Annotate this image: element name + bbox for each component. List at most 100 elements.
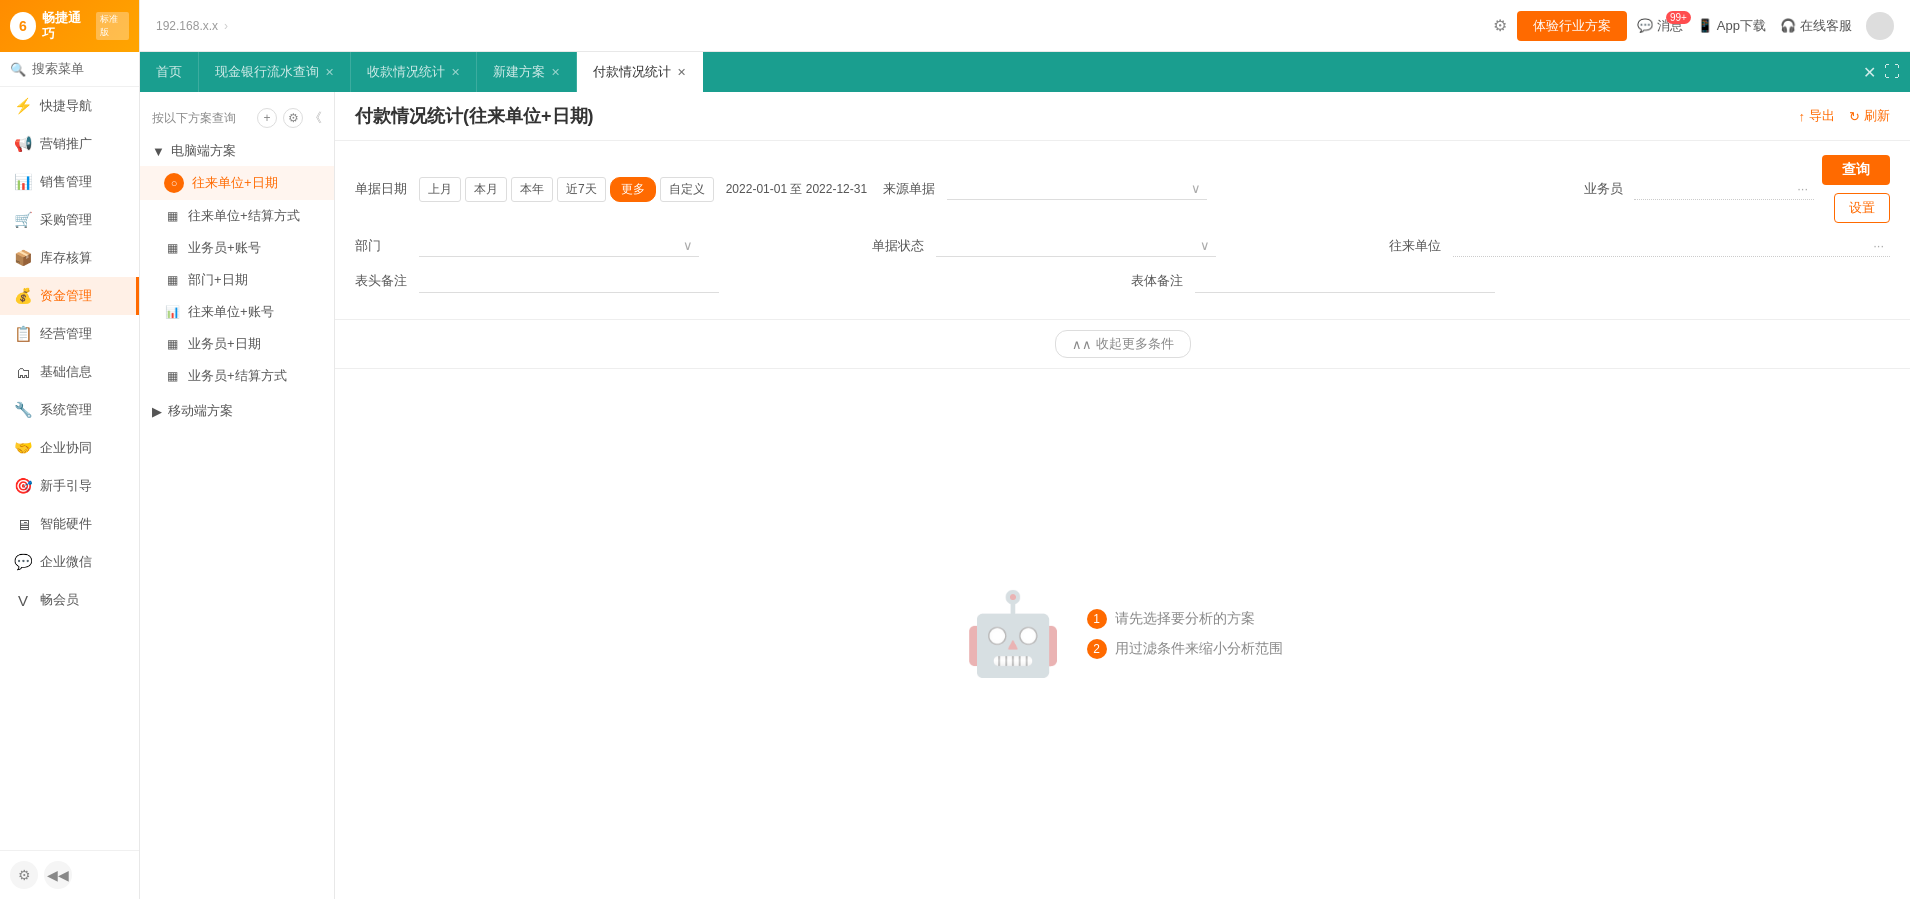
dept-date-icon: ▦ xyxy=(164,272,180,288)
app-download-btn[interactable]: 📱 App下载 xyxy=(1697,17,1766,35)
search-menu[interactable]: 🔍 搜索菜单 xyxy=(0,52,139,87)
tab-expand-icon[interactable]: ⛶ xyxy=(1884,63,1900,81)
dept-filter-select[interactable]: ∨ xyxy=(419,235,699,257)
note-header-input[interactable] xyxy=(419,269,719,293)
sidebar-item-capital[interactable]: 💰 资金管理 xyxy=(0,277,139,315)
schema-item-salesperson-settlement[interactable]: ▦ 业务员+结算方式 xyxy=(140,360,334,392)
schema-item-salesperson-account[interactable]: ▦ 业务员+账号 xyxy=(140,232,334,264)
receipt-stats-tab-close[interactable]: ✕ xyxy=(451,66,460,79)
sidebar-item-member[interactable]: V 畅会员 xyxy=(0,581,139,619)
date-filter-btns: 上月 本月 本年 近7天 更多 自定义 xyxy=(419,177,714,202)
tab-close-all-icon[interactable]: ✕ xyxy=(1863,63,1876,82)
note-body-label: 表体备注 xyxy=(1131,272,1187,290)
tab-new-schema[interactable]: 新建方案 ✕ xyxy=(477,52,577,92)
date-btn-this-month[interactable]: 本月 xyxy=(465,177,507,202)
cash-flow-tab-close[interactable]: ✕ xyxy=(325,66,334,79)
sidebar-item-marketing[interactable]: 📢 营销推广 xyxy=(0,125,139,163)
schema-item-partner-date[interactable]: ○ 往来单位+日期 xyxy=(140,166,334,200)
salesperson-input[interactable]: ··· xyxy=(1634,178,1814,200)
add-schema-btn[interactable]: + xyxy=(257,108,277,128)
breadcrumb-chevron: › xyxy=(224,19,228,33)
settings-schema-btn[interactable]: ⚙ xyxy=(283,108,303,128)
message-btn[interactable]: 💬 消息 99+ xyxy=(1637,17,1683,35)
date-btn-custom[interactable]: 自定义 xyxy=(660,177,714,202)
schema-item-partner-settlement[interactable]: ▦ 往来单位+结算方式 xyxy=(140,200,334,232)
sidebar-item-inventory[interactable]: 📦 库存核算 xyxy=(0,239,139,277)
trial-btn[interactable]: 体验行业方案 xyxy=(1517,11,1627,41)
partner-account-icon: 📊 xyxy=(164,304,180,320)
payment-stats-tab-close[interactable]: ✕ xyxy=(677,66,686,79)
sidebar-item-smart[interactable]: 🖥 智能硬件 xyxy=(0,505,139,543)
sidebar-item-system[interactable]: 🔧 系统管理 xyxy=(0,391,139,429)
counterpart-input[interactable]: ··· xyxy=(1453,235,1890,257)
sidebar-item-quicknav[interactable]: ⚡ 快捷导航 xyxy=(0,87,139,125)
date-range-text: 2022-01-01 至 2022-12-31 xyxy=(726,181,867,198)
date-btn-this-year[interactable]: 本年 xyxy=(511,177,553,202)
note-body-input[interactable] xyxy=(1195,269,1495,293)
message-icon: 💬 xyxy=(1637,18,1653,33)
left-panel-actions: + ⚙ 《 xyxy=(257,108,322,128)
source-filter-cell: 来源单据 ∨ xyxy=(883,178,1568,200)
sidebar-item-wechat[interactable]: 💬 企业微信 xyxy=(0,543,139,581)
empty-hint-2: 2 用过滤条件来缩小分析范围 xyxy=(1087,639,1283,659)
tab-bar: 首页 现金银行流水查询 ✕ 收款情况统计 ✕ 新建方案 ✕ 付款情况统计 ✕ ✕… xyxy=(140,52,1910,92)
salesperson-account-icon: ▦ xyxy=(164,240,180,256)
schema-item-label: 部门+日期 xyxy=(188,271,248,289)
collapse-sidebar-icon[interactable]: ◀◀ xyxy=(44,861,72,889)
member-icon: V xyxy=(14,591,32,609)
sidebar-item-basic[interactable]: 🗂 基础信息 xyxy=(0,353,139,391)
export-btn[interactable]: ↑ 导出 xyxy=(1799,107,1836,125)
source-filter-select[interactable]: ∨ xyxy=(947,178,1207,200)
schema-item-label: 业务员+日期 xyxy=(188,335,261,353)
sidebar-item-label: 资金管理 xyxy=(40,287,92,305)
empty-content: 🤖 1 请先选择要分析的方案 2 用过滤条件来缩小分析范围 xyxy=(963,587,1283,681)
left-panel: 按以下方案查询 + ⚙ 《 ▼ 电脑端方案 ○ 往来单位+日期 ▦ xyxy=(140,92,335,899)
settings-filter-btn[interactable]: 设置 xyxy=(1834,193,1890,223)
home-tab-label: 首页 xyxy=(156,63,182,81)
collapse-panel-btn[interactable]: 《 xyxy=(309,109,322,127)
counterpart-filter-cell: 往来单位 ··· xyxy=(1389,235,1890,257)
mobile-group-label: 移动端方案 xyxy=(168,402,233,420)
schema-item-dept-date[interactable]: ▦ 部门+日期 xyxy=(140,264,334,296)
page-title: 付款情况统计(往来单位+日期) xyxy=(355,104,594,128)
tab-cash-flow[interactable]: 现金银行流水查询 ✕ xyxy=(199,52,351,92)
quicknav-icon: ⚡ xyxy=(14,97,32,115)
desktop-group-label: 电脑端方案 xyxy=(171,142,236,160)
schema-group-mobile-header[interactable]: ▶ 移动端方案 xyxy=(140,396,334,426)
sidebar-item-sales[interactable]: 📊 销售管理 xyxy=(0,163,139,201)
schema-group-desktop-header[interactable]: ▼ 电脑端方案 xyxy=(140,136,334,166)
user-avatar[interactable] xyxy=(1866,12,1894,40)
empty-hint-1: 1 请先选择要分析的方案 xyxy=(1087,609,1283,629)
sidebar-item-operations[interactable]: 📋 经营管理 xyxy=(0,315,139,353)
sidebar-item-purchase[interactable]: 🛒 采购管理 xyxy=(0,201,139,239)
sidebar-item-label: 企业协同 xyxy=(40,439,92,457)
collapse-conditions-btn[interactable]: ∧∧ 收起更多条件 xyxy=(1055,330,1191,358)
left-panel-header-label: 按以下方案查询 xyxy=(152,110,236,127)
partner-date-active-icon: ○ xyxy=(164,173,184,193)
date-btn-more[interactable]: 更多 xyxy=(610,177,656,202)
date-btn-last-month[interactable]: 上月 xyxy=(419,177,461,202)
content-area: 按以下方案查询 + ⚙ 《 ▼ 电脑端方案 ○ 往来单位+日期 ▦ xyxy=(140,92,1910,899)
sidebar-logo: 6 畅捷通巧 标准版 xyxy=(0,0,139,52)
tab-receipt-stats[interactable]: 收款情况统计 ✕ xyxy=(351,52,477,92)
schema-item-partner-account[interactable]: 📊 往来单位+账号 xyxy=(140,296,334,328)
docstatus-filter-select[interactable]: ∨ xyxy=(936,235,1216,257)
schema-item-salesperson-date[interactable]: ▦ 业务员+日期 xyxy=(140,328,334,360)
tab-home[interactable]: 首页 xyxy=(140,52,199,92)
sidebar-item-guide[interactable]: 🎯 新手引导 xyxy=(0,467,139,505)
refresh-btn[interactable]: ↻ 刷新 xyxy=(1849,107,1890,125)
tab-payment-stats[interactable]: 付款情况统计 ✕ xyxy=(577,52,703,92)
counterpart-label: 往来单位 xyxy=(1389,237,1445,255)
online-service-btn[interactable]: 🎧 在线客服 xyxy=(1780,17,1852,35)
date-btn-last-7days[interactable]: 近7天 xyxy=(557,177,606,202)
enterprise-icon: 🤝 xyxy=(14,439,32,457)
new-schema-tab-close[interactable]: ✕ xyxy=(551,66,560,79)
topbar-settings-icon[interactable]: ⚙ xyxy=(1493,16,1507,35)
query-btn-col: 查询 设置 xyxy=(1822,155,1890,223)
dept-select-chevron: ∨ xyxy=(683,238,693,253)
sidebar-item-enterprise[interactable]: 🤝 企业协同 xyxy=(0,429,139,467)
query-btn[interactable]: 查询 xyxy=(1822,155,1890,185)
sidebar: 6 畅捷通巧 标准版 🔍 搜索菜单 ⚡ 快捷导航 📢 营销推广 📊 销售管理 🛒… xyxy=(0,0,140,899)
sidebar-item-label: 库存核算 xyxy=(40,249,92,267)
settings-bottom-icon[interactable]: ⚙ xyxy=(10,861,38,889)
